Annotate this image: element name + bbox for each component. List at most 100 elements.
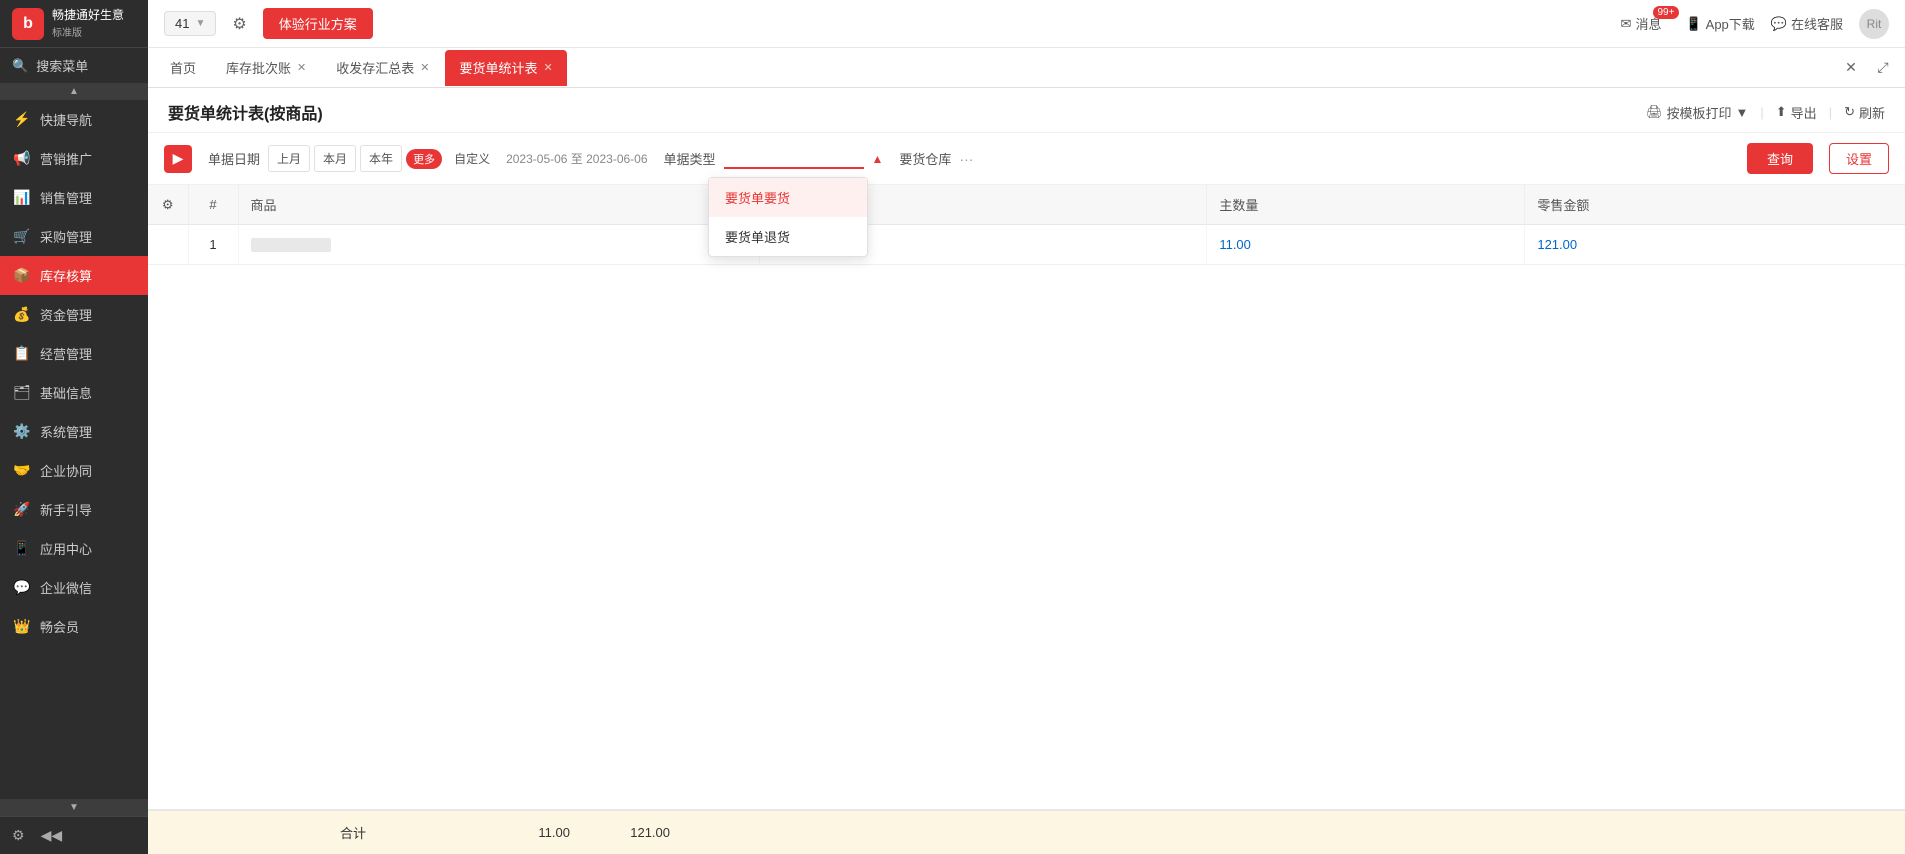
- col-product: 商品: [238, 185, 760, 225]
- summary-label: 合计: [340, 823, 490, 842]
- page-actions: 🖨 按模板打印 ▼ | ⬆ 导出 | ↻ 刷新: [1646, 103, 1885, 122]
- sidebar-item-membership[interactable]: 👑 畅会员: [0, 607, 148, 646]
- warehouse-more-icon[interactable]: ···: [959, 151, 973, 167]
- table-container: ⚙ # 商品 主计量单位 主数量 零售金额 1: [148, 185, 1905, 809]
- finance-icon: 💰: [12, 306, 32, 323]
- row-settings-cell: [148, 225, 188, 265]
- table-header-row: ⚙ # 商品 主计量单位 主数量 零售金额: [148, 185, 1905, 225]
- date-label: 单据日期: [208, 149, 260, 168]
- sidebar-scroll-down[interactable]: ▼: [0, 799, 148, 816]
- date-prev-month-btn[interactable]: 上月: [268, 145, 310, 172]
- dropdown-option-order-return[interactable]: 要货单退货: [709, 217, 867, 256]
- sidebar-item-guide[interactable]: 🚀 新手引导: [0, 490, 148, 529]
- store-name: 41: [175, 16, 189, 31]
- sales-icon: 📊: [12, 189, 32, 206]
- store-arrow-icon: ▼: [195, 18, 205, 29]
- enterprise-icon: 🤝: [12, 462, 32, 479]
- sidebar-footer: ⚙ ◀◀: [0, 816, 148, 854]
- filter-settings-btn[interactable]: 设置: [1829, 143, 1889, 174]
- main-area: 41 ▼ ⚙ 体验行业方案 ✉ 消息 99+ 📱 App下载 💬 在线客服 Ri…: [148, 0, 1905, 854]
- wechat-icon: 💬: [12, 579, 32, 596]
- topbar-gear-icon[interactable]: ⚙: [228, 10, 250, 38]
- type-filter-group: 单据类型 ▲: [664, 148, 884, 169]
- sidebar: b 畅捷通好生意 标准版 🔍 搜索菜单 ▲ ⚡ 快捷导航 📢 营销推广 📊 销售…: [0, 0, 148, 854]
- trial-button[interactable]: 体验行业方案: [263, 8, 373, 39]
- content-area: 要货单统计表(按商品) 🖨 按模板打印 ▼ | ⬆ 导出 | ↻ 刷新: [148, 88, 1905, 854]
- online-service-btn[interactable]: 💬 在线客服: [1771, 14, 1843, 33]
- sidebar-item-quick-nav[interactable]: ⚡ 快捷导航: [0, 100, 148, 139]
- tab-home[interactable]: 首页: [156, 50, 210, 86]
- filter-expand-btn[interactable]: ▶: [164, 145, 192, 173]
- export-btn[interactable]: ⬆ 导出: [1776, 103, 1817, 122]
- row-amount-cell[interactable]: 121.00: [1525, 225, 1905, 265]
- sidebar-item-finance[interactable]: 💰 资金管理: [0, 295, 148, 334]
- date-more-badge[interactable]: 更多: [406, 149, 442, 169]
- page-title: 要货单统计表(按商品): [168, 100, 323, 124]
- logo-icon: b: [12, 8, 44, 40]
- sidebar-item-sales[interactable]: 📊 销售管理: [0, 178, 148, 217]
- sidebar-logo: b 畅捷通好生意 标准版: [0, 0, 148, 48]
- summary-quantity: 11.00: [490, 825, 590, 840]
- topbar-right: ✉ 消息 99+ 📱 App下载 💬 在线客服 Rit: [1621, 9, 1889, 39]
- sidebar-item-purchase[interactable]: 🛒 采购管理: [0, 217, 148, 256]
- data-table: ⚙ # 商品 主计量单位 主数量 零售金额 1: [148, 185, 1905, 265]
- row-product-cell: [238, 225, 760, 265]
- date-custom-btn[interactable]: 自定义: [446, 146, 498, 171]
- online-service-label: 在线客服: [1791, 14, 1843, 33]
- query-btn[interactable]: 查询: [1747, 143, 1813, 174]
- tab-close-order-summary[interactable]: ✕: [544, 61, 553, 74]
- app-download-label: App下载: [1706, 14, 1755, 33]
- col-settings[interactable]: ⚙: [148, 185, 188, 225]
- appstore-icon: 📱: [12, 540, 32, 557]
- basics-icon: 🗂: [12, 384, 32, 401]
- date-this-year-btn[interactable]: 本年: [360, 145, 402, 172]
- tab-inventory-batch[interactable]: 库存批次账 ✕: [212, 50, 320, 86]
- page-header: 要货单统计表(按商品) 🖨 按模板打印 ▼ | ⬆ 导出 | ↻ 刷新: [148, 88, 1905, 133]
- inventory-icon: 📦: [12, 267, 32, 284]
- print-template-btn[interactable]: 🖨 按模板打印 ▼: [1646, 103, 1748, 122]
- store-selector[interactable]: 41 ▼: [164, 11, 216, 36]
- app-download-btn[interactable]: 📱 App下载: [1685, 14, 1754, 33]
- row-quantity-cell[interactable]: 11.00: [1207, 225, 1525, 265]
- sidebar-scroll-up[interactable]: ▲: [0, 83, 148, 100]
- sidebar-search[interactable]: 🔍 搜索菜单: [0, 48, 148, 83]
- refresh-btn[interactable]: ↻ 刷新: [1844, 103, 1885, 122]
- user-avatar[interactable]: Rit: [1859, 9, 1889, 39]
- col-quantity: 主数量: [1207, 185, 1525, 225]
- warehouse-label: 要货仓库: [899, 149, 951, 168]
- marketing-icon: 📢: [12, 150, 32, 167]
- type-dropdown: 要货单要货 要货单退货: [708, 177, 868, 257]
- sidebar-item-operations[interactable]: 📋 经营管理: [0, 334, 148, 373]
- tab-close-inventory-batch[interactable]: ✕: [297, 61, 306, 74]
- close-all-tabs-btn[interactable]: ✕: [1837, 54, 1865, 82]
- filter-bar: ▶ 单据日期 上月 本月 本年 更多 自定义 2023-05-06 至 2023…: [148, 133, 1905, 185]
- tab-close-recv-summary[interactable]: ✕: [420, 61, 429, 74]
- purchase-icon: 🛒: [12, 228, 32, 245]
- sidebar-item-inventory[interactable]: 📦 库存核算: [0, 256, 148, 295]
- dropdown-option-order-goods[interactable]: 要货单要货: [709, 178, 867, 217]
- sidebar-item-system[interactable]: ⚙️ 系统管理: [0, 412, 148, 451]
- table-row: 1 块 11.00 121.00: [148, 225, 1905, 265]
- col-amount: 零售金额: [1525, 185, 1905, 225]
- sidebar-item-basics[interactable]: 🗂 基础信息: [0, 373, 148, 412]
- date-this-month-btn[interactable]: 本月: [314, 145, 356, 172]
- summary-row: 合计 11.00 121.00: [148, 809, 1905, 854]
- sidebar-item-marketing[interactable]: 📢 营销推广: [0, 139, 148, 178]
- collapse-icon[interactable]: ◀◀: [41, 827, 63, 844]
- settings-footer-icon[interactable]: ⚙: [12, 827, 25, 844]
- export-icon: ⬆: [1776, 104, 1787, 120]
- table-body: 1 块 11.00 121.00: [148, 225, 1905, 265]
- type-input[interactable]: [724, 148, 864, 169]
- sidebar-item-enterprise[interactable]: 🤝 企业协同: [0, 451, 148, 490]
- sidebar-item-wechat[interactable]: 💬 企业微信: [0, 568, 148, 607]
- maximize-btn[interactable]: ⤢: [1869, 54, 1897, 82]
- system-icon: ⚙️: [12, 423, 32, 440]
- online-service-icon: 💬: [1771, 16, 1787, 32]
- type-dropdown-arrow[interactable]: ▲: [872, 152, 884, 166]
- tab-recv-summary[interactable]: 收发存汇总表 ✕: [322, 50, 443, 86]
- summary-amount: 121.00: [590, 825, 690, 840]
- tab-order-summary[interactable]: 要货单统计表 ✕: [445, 50, 566, 86]
- messages-btn[interactable]: ✉ 消息 99+: [1621, 14, 1670, 33]
- sidebar-item-appstore[interactable]: 📱 应用中心: [0, 529, 148, 568]
- print-icon: 🖨: [1646, 104, 1663, 120]
